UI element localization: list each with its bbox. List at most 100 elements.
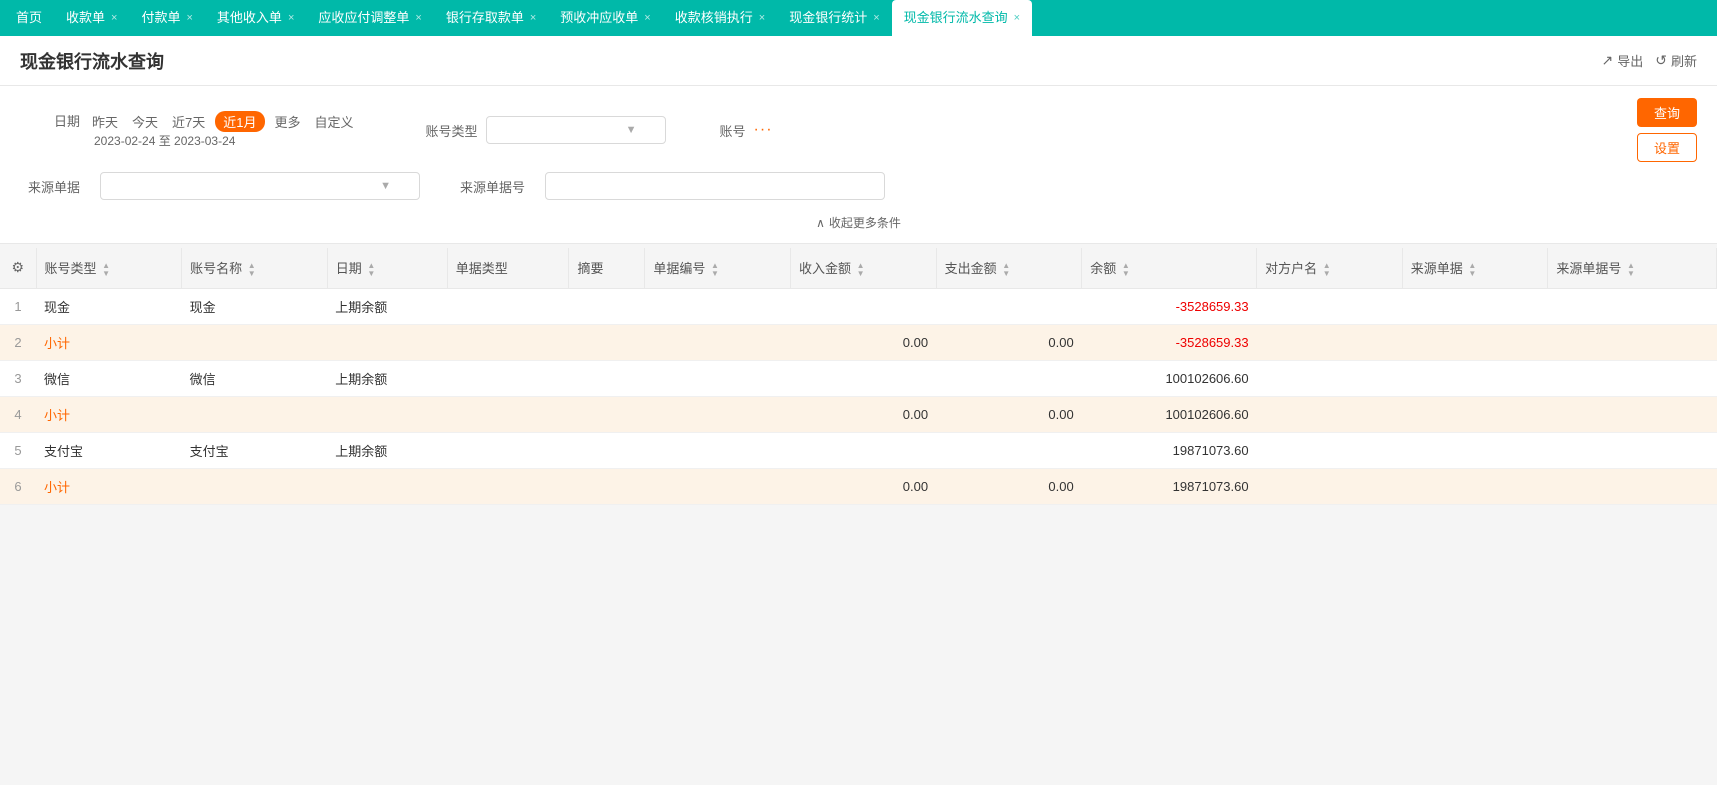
income xyxy=(790,432,936,468)
source-doc-no-input[interactable] xyxy=(545,172,885,200)
source-doc xyxy=(1402,360,1548,396)
th-date[interactable]: 日期 ▲▼ xyxy=(327,248,447,288)
row-num: 4 xyxy=(0,396,36,432)
expense xyxy=(936,288,1082,324)
table-row: 3微信微信上期余额100102606.60 xyxy=(0,360,1717,396)
filter-row-date: 日期 昨天 今天 近7天 近1月 更多 自定义 2023-02-24 至 202… xyxy=(20,98,1697,162)
th-balance[interactable]: 余额 ▲▼ xyxy=(1082,248,1257,288)
export-button[interactable]: ↗ 导出 xyxy=(1602,51,1644,70)
close-other-income-icon[interactable]: × xyxy=(288,0,294,36)
date-more[interactable]: 更多 xyxy=(271,111,305,132)
summary xyxy=(569,468,645,504)
th-counterpart[interactable]: 对方户名 ▲▼ xyxy=(1257,248,1403,288)
th-source-doc-no[interactable]: 来源单据号 ▲▼ xyxy=(1548,248,1717,288)
nav-bank-flow[interactable]: 现金银行流水查询 × xyxy=(892,0,1032,36)
income xyxy=(790,288,936,324)
sort-source-doc-icon: ▲▼ xyxy=(1468,262,1476,278)
table-row: 4小计0.000.00100102606.60 xyxy=(0,396,1717,432)
refresh-button[interactable]: ↺ 刷新 xyxy=(1655,51,1697,70)
sort-date-icon: ▲▼ xyxy=(367,262,375,278)
account-type-select[interactable]: ▼ xyxy=(486,116,666,144)
header-actions: ↗ 导出 ↺ 刷新 xyxy=(1602,51,1698,70)
counterpart xyxy=(1257,360,1403,396)
chevron-up-icon: ∧ xyxy=(816,216,825,230)
nav-bank-stats[interactable]: 现金银行统计 × xyxy=(777,0,891,36)
th-settings[interactable]: ⚙ xyxy=(0,248,36,288)
counterpart xyxy=(1257,324,1403,360)
account-type-chevron-icon: ▼ xyxy=(626,124,637,136)
account-type: 支付宝 xyxy=(36,432,182,468)
close-collection-icon[interactable]: × xyxy=(759,0,765,36)
account-name: 现金 xyxy=(182,288,328,324)
doc-type xyxy=(447,360,569,396)
date-custom[interactable]: 自定义 xyxy=(311,111,358,132)
close-bank-deposit-icon[interactable]: × xyxy=(530,0,536,36)
table-row: 5支付宝支付宝上期余额19871073.60 xyxy=(0,432,1717,468)
account-name: 微信 xyxy=(182,360,328,396)
collapse-bar[interactable]: ∧ 收起更多条件 xyxy=(20,210,1697,231)
table-row: 2小计0.000.00-3528659.33 xyxy=(0,324,1717,360)
th-account-name[interactable]: 账号名称 ▲▼ xyxy=(182,248,328,288)
account-type-label: 账号类型 xyxy=(418,121,478,140)
refresh-icon: ↺ xyxy=(1655,52,1667,69)
date-yesterday[interactable]: 昨天 xyxy=(88,111,122,132)
close-bank-stats-icon[interactable]: × xyxy=(873,0,879,36)
account-type: 微信 xyxy=(36,360,182,396)
th-doc-type: 单据类型 xyxy=(447,248,569,288)
account-ellipsis-button[interactable]: ··· xyxy=(754,121,773,139)
source-doc-chevron-icon: ▼ xyxy=(380,180,391,192)
th-account-type[interactable]: 账号类型 ▲▼ xyxy=(36,248,182,288)
counterpart xyxy=(1257,432,1403,468)
nav-advance[interactable]: 预收冲应收单 × xyxy=(548,0,662,36)
summary xyxy=(569,360,645,396)
nav-home[interactable]: 首页 xyxy=(4,0,54,36)
nav-collection[interactable]: 收款核销执行 × xyxy=(663,0,777,36)
row-num: 1 xyxy=(0,288,36,324)
income: 0.00 xyxy=(790,324,936,360)
sort-source-doc-no-icon: ▲▼ xyxy=(1627,262,1635,278)
th-expense[interactable]: 支出金额 ▲▼ xyxy=(936,248,1082,288)
th-summary: 摘要 xyxy=(569,248,645,288)
income xyxy=(790,360,936,396)
nav-other-income[interactable]: 其他收入单 × xyxy=(205,0,306,36)
counterpart xyxy=(1257,396,1403,432)
source-doc xyxy=(1402,396,1548,432)
summary xyxy=(569,288,645,324)
doc-type xyxy=(447,288,569,324)
gear-icon[interactable]: ⚙ xyxy=(11,259,24,275)
nav-adjustment[interactable]: 应收应付调整单 × xyxy=(306,0,433,36)
sort-account-name-icon: ▲▼ xyxy=(248,262,256,278)
sort-income-icon: ▲▼ xyxy=(857,262,865,278)
sort-expense-icon: ▲▼ xyxy=(1002,262,1010,278)
close-advance-icon[interactable]: × xyxy=(644,0,650,36)
nav-payment[interactable]: 付款单 × xyxy=(129,0,204,36)
source-doc-no xyxy=(1548,468,1717,504)
doc-no xyxy=(645,360,791,396)
doc-type xyxy=(447,468,569,504)
th-doc-no[interactable]: 单据编号 ▲▼ xyxy=(645,248,791,288)
close-payment-icon[interactable]: × xyxy=(186,0,192,36)
income: 0.00 xyxy=(790,396,936,432)
source-doc-label: 来源单据 xyxy=(20,177,80,196)
close-receipt-icon[interactable]: × xyxy=(111,0,117,36)
date-1month[interactable]: 近1月 xyxy=(215,111,264,132)
nav-bank-deposit[interactable]: 银行存取款单 × xyxy=(434,0,548,36)
balance: 100102606.60 xyxy=(1082,396,1257,432)
settings-button[interactable]: 设置 xyxy=(1637,133,1697,162)
doc-no xyxy=(645,324,791,360)
date-range-display: 2023-02-24 至 2023-03-24 xyxy=(94,132,358,149)
balance: 100102606.60 xyxy=(1082,360,1257,396)
close-bank-flow-icon[interactable]: × xyxy=(1014,0,1020,36)
th-source-doc[interactable]: 来源单据 ▲▼ xyxy=(1402,248,1548,288)
source-doc-select[interactable]: ▼ xyxy=(100,172,420,200)
date-today[interactable]: 今天 xyxy=(128,111,162,132)
account-type: 现金 xyxy=(36,288,182,324)
date-7days[interactable]: 近7天 xyxy=(168,111,209,132)
doc-no xyxy=(645,396,791,432)
nav-receipt[interactable]: 收款单 × xyxy=(54,0,129,36)
query-button[interactable]: 查询 xyxy=(1637,98,1697,127)
th-income[interactable]: 收入金额 ▲▼ xyxy=(790,248,936,288)
doc-type xyxy=(447,396,569,432)
close-adjustment-icon[interactable]: × xyxy=(415,0,421,36)
date: 上期余额 xyxy=(327,360,447,396)
